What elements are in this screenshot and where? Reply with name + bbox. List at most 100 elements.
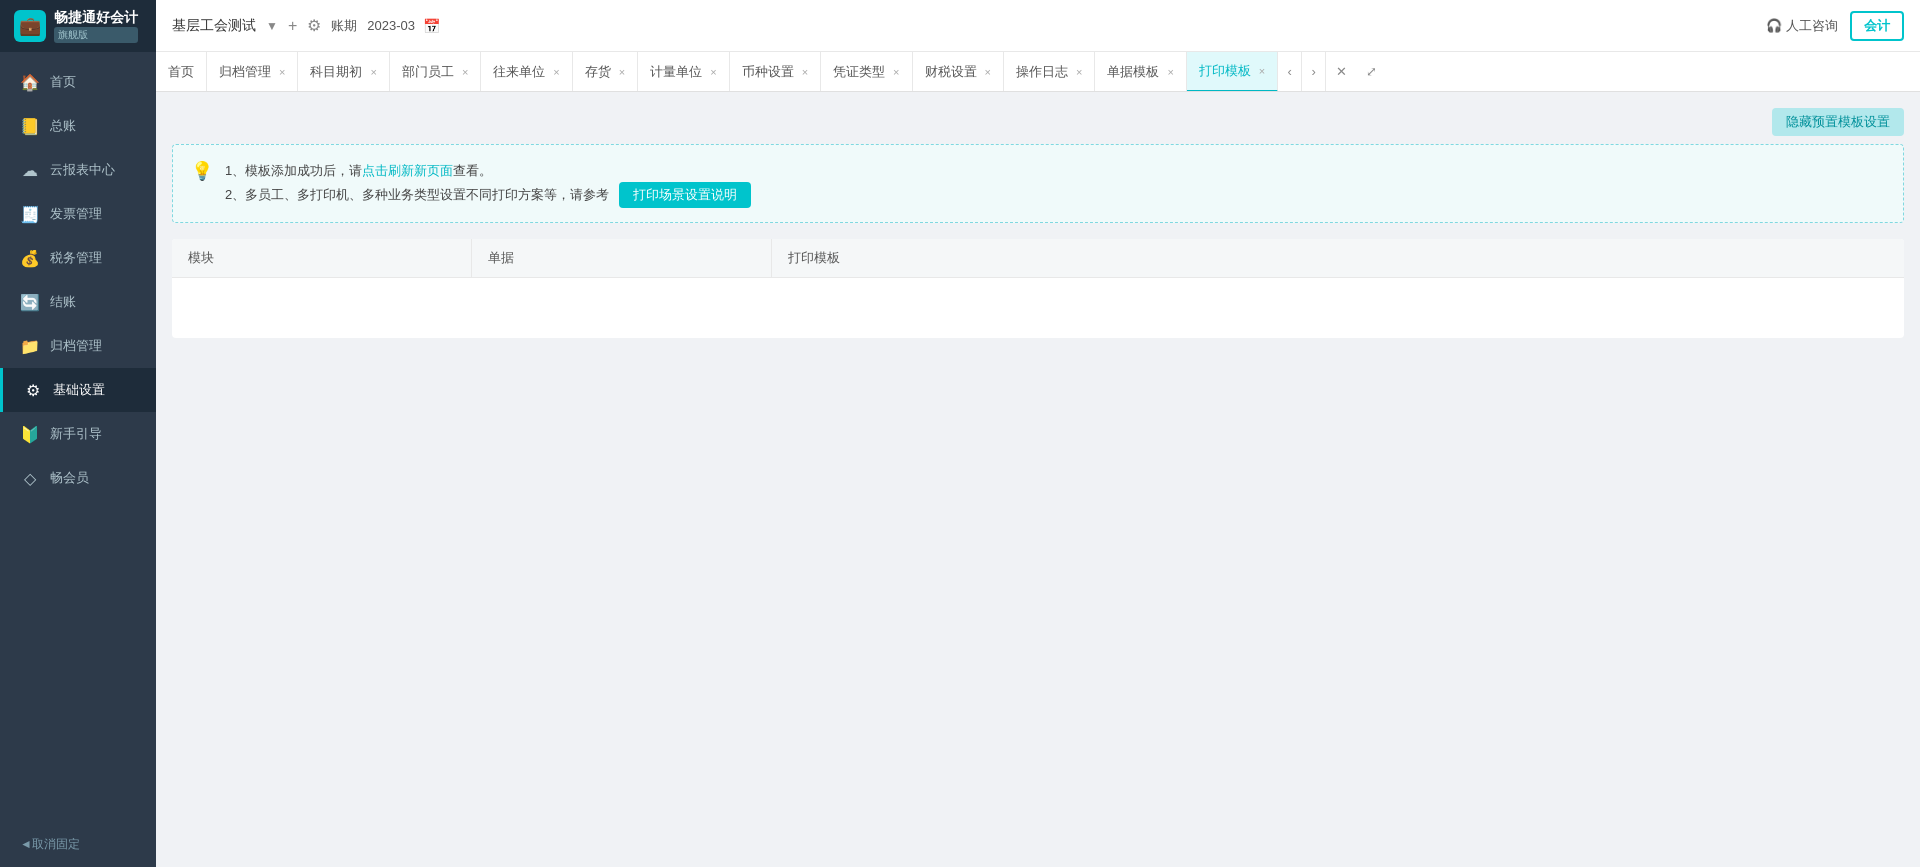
sidebar-item-tax[interactable]: 💰 税务管理 (0, 236, 156, 280)
tab-close-archive[interactable]: × (279, 66, 285, 78)
tab-next-btn[interactable]: › (1302, 52, 1326, 92)
main-area: 基层工会测试 ▼ + ⚙ 账期 2023-03 📅 🎧 人工咨询 会计 首页归档… (156, 0, 1920, 867)
hide-template-btn-row: 隐藏预置模板设置 (172, 108, 1904, 136)
sidebar-item-guide[interactable]: 🔰 新手引导 (0, 412, 156, 456)
settle-icon: 🔄 (20, 292, 40, 312)
company-name[interactable]: 基层工会测试 (172, 17, 256, 35)
sidebar-item-ledger[interactable]: 📒 总账 (0, 104, 156, 148)
sidebar-nav: 🏠 首页 📒 总账 ☁ 云报表中心 🧾 发票管理 💰 税务管理 🔄 结账 📁 归… (0, 52, 156, 822)
sidebar-item-report[interactable]: ☁ 云报表中心 (0, 148, 156, 192)
tab-subject[interactable]: 科目期初 × (298, 52, 389, 92)
sidebar-logo: 💼 畅捷通好会计 旗舰版 (0, 0, 156, 52)
archive-icon: 📁 (20, 336, 40, 356)
sidebar-label-invoice: 发票管理 (50, 205, 102, 223)
tab-home[interactable]: 首页 (156, 52, 207, 92)
report-icon: ☁ (20, 160, 40, 180)
company-dropdown-icon[interactable]: ▼ (266, 19, 278, 33)
topbar-right: 🎧 人工咨询 会计 (1766, 11, 1904, 41)
guide-icon: 🔰 (20, 424, 40, 444)
settings-icon: ⚙ (23, 380, 43, 400)
headset-icon: 🎧 (1766, 18, 1782, 33)
tab-currency[interactable]: 币种设置 × (730, 52, 821, 92)
tab-singledoc[interactable]: 单据模板× (1095, 52, 1186, 92)
tab-close-dept[interactable]: × (462, 66, 468, 78)
logo-sub: 旗舰版 (54, 27, 138, 43)
col-module: 模块 (172, 239, 472, 277)
tab-close-printtemplate[interactable]: × (1259, 65, 1265, 77)
hide-template-button[interactable]: 隐藏预置模板设置 (1772, 108, 1904, 136)
tab-prev-btn[interactable]: ‹ (1278, 52, 1302, 92)
tab-voucher[interactable]: 凭证类型 × (821, 52, 912, 92)
tab-oplog[interactable]: 操作日志× (1004, 52, 1095, 92)
col-template: 打印模板 (772, 239, 1904, 277)
tab-expand-btn[interactable]: ⤢ (1356, 52, 1386, 92)
unpin-label: ◄取消固定 (20, 836, 80, 853)
tab-close-contact[interactable]: × (553, 66, 559, 78)
notice-line2-pre: 2、多员工、多打印机、多种业务类型设置不同打印方案等，请参考 (225, 187, 609, 202)
tab-label-unit: 计量单位 (650, 63, 702, 81)
tab-contact[interactable]: 往来单位 × (481, 52, 572, 92)
sidebar-label-home: 首页 (50, 73, 76, 91)
tab-label-subject: 科目期初 (310, 63, 362, 81)
sidebar-label-archive: 归档管理 (50, 337, 102, 355)
tab-label-printtemplate: 打印模板 (1199, 62, 1251, 80)
sidebar-footer[interactable]: ◄取消固定 (0, 822, 156, 867)
notice-line-2: 2、多员工、多打印机、多种业务类型设置不同打印方案等，请参考 打印场景设置说明 (225, 182, 1885, 208)
sidebar-label-ledger: 总账 (50, 117, 76, 135)
tab-close-tax[interactable]: × (985, 66, 991, 78)
customer-service-btn[interactable]: 🎧 人工咨询 (1766, 17, 1838, 35)
notice-line1-suf: 查看。 (453, 163, 492, 178)
tab-dept[interactable]: 部门员工 × (390, 52, 481, 92)
chevron-right-icon: › (1312, 64, 1316, 79)
tab-close-currency[interactable]: × (802, 66, 808, 78)
tab-close-voucher[interactable]: × (893, 66, 899, 78)
tab-unit[interactable]: 计量单位 × (638, 52, 729, 92)
period-value: 2023-03 (367, 18, 415, 33)
sidebar-item-archive[interactable]: 📁 归档管理 (0, 324, 156, 368)
tab-label-contact: 往来单位 (493, 63, 545, 81)
tab-close-all-btn[interactable]: ✕ (1326, 52, 1356, 92)
sidebar: 💼 畅捷通好会计 旗舰版 🏠 首页 📒 总账 ☁ 云报表中心 🧾 发票管理 💰 … (0, 0, 156, 867)
logo-text: 畅捷通好会计 旗舰版 (54, 9, 138, 44)
sidebar-label-member: 畅会员 (50, 469, 89, 487)
notice-box: 💡 1、模板添加成功后，请点击刷新新页面查看。 2、多员工、多打印机、多种业务类… (172, 144, 1904, 223)
print-template-table: 模块 单据 打印模板 (172, 239, 1904, 338)
topbar-left: 基层工会测试 ▼ + ⚙ 账期 2023-03 📅 (172, 16, 440, 35)
sidebar-item-invoice[interactable]: 🧾 发票管理 (0, 192, 156, 236)
tab-close-unit[interactable]: × (710, 66, 716, 78)
sidebar-item-settle[interactable]: 🔄 结账 (0, 280, 156, 324)
tab-label-tax: 财税设置 (925, 63, 977, 81)
scene-settings-btn[interactable]: 打印场景设置说明 (619, 182, 751, 208)
chevron-left-icon: ‹ (1288, 64, 1292, 79)
close-icon: ✕ (1336, 64, 1347, 79)
notice-content: 1、模板添加成功后，请点击刷新新页面查看。 2、多员工、多打印机、多种业务类型设… (225, 159, 1885, 208)
tab-label-currency: 币种设置 (742, 63, 794, 81)
tab-label-dept: 部门员工 (402, 63, 454, 81)
home-icon: 🏠 (20, 72, 40, 92)
sidebar-label-report: 云报表中心 (50, 161, 115, 179)
topbar: 基层工会测试 ▼ + ⚙ 账期 2023-03 📅 🎧 人工咨询 会计 (156, 0, 1920, 52)
invoice-icon: 🧾 (20, 204, 40, 224)
sidebar-item-settings[interactable]: ⚙ 基础设置 (0, 368, 156, 412)
sidebar-label-guide: 新手引导 (50, 425, 102, 443)
logo-main: 畅捷通好会计 (54, 9, 138, 26)
add-tab-btn[interactable]: + (288, 17, 297, 35)
tab-close-oplog[interactable]: × (1076, 66, 1082, 78)
tab-archive[interactable]: 归档管理× (207, 52, 298, 92)
sidebar-item-member[interactable]: ◇ 畅会员 (0, 456, 156, 500)
tab-close-subject[interactable]: × (370, 66, 376, 78)
settings-icon[interactable]: ⚙ (307, 16, 321, 35)
tab-close-singledoc[interactable]: × (1167, 66, 1173, 78)
tab-label-voucher: 凭证类型 (833, 63, 885, 81)
kuaiji-button[interactable]: 会计 (1850, 11, 1904, 41)
calendar-icon[interactable]: 📅 (423, 18, 440, 34)
tab-printtemplate[interactable]: 打印模板 × (1187, 52, 1278, 92)
lightbulb-icon: 💡 (191, 160, 213, 182)
content-inner: 隐藏预置模板设置 💡 1、模板添加成功后，请点击刷新新页面查看。 2、多员工、多… (156, 92, 1920, 354)
sidebar-item-home[interactable]: 🏠 首页 (0, 60, 156, 104)
tabbar: 首页归档管理×科目期初×部门员工×往来单位×存货×计量单位×币种设置×凭证类型×… (156, 52, 1920, 92)
tab-inventory[interactable]: 存货× (573, 52, 638, 92)
notice-refresh-link[interactable]: 点击刷新新页面 (362, 163, 453, 178)
tab-close-inventory[interactable]: × (619, 66, 625, 78)
tab-tax[interactable]: 财税设置 × (913, 52, 1004, 92)
